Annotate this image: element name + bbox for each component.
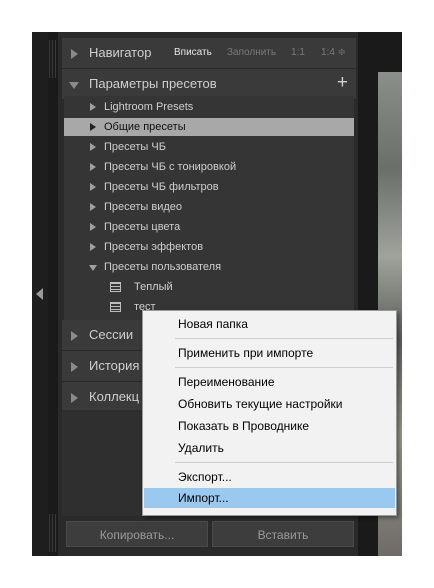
- history-title: История: [89, 358, 140, 373]
- menu-item-apply-on-import[interactable]: Применить при импорте: [144, 343, 395, 363]
- zoom-fit-option[interactable]: Вписать: [174, 47, 212, 58]
- menu-separator: [175, 462, 393, 463]
- preset-folder-label: Пресеты цвета: [104, 221, 181, 233]
- zoom-1-4-option[interactable]: 1:4 ≑: [321, 47, 346, 58]
- collapsed-triangle-icon: [71, 393, 78, 403]
- preset-document-icon: [110, 302, 121, 312]
- preset-folder-label: Пресеты пользователя: [104, 261, 222, 273]
- preset-folder-label: Lightroom Presets: [104, 101, 194, 113]
- collapsed-triangle-icon: [90, 243, 96, 251]
- menu-separator: [175, 338, 393, 339]
- collapsed-triangle-icon: [90, 143, 96, 151]
- menu-item-new-folder[interactable]: Новая папка: [144, 314, 395, 334]
- expanded-triangle-icon: [89, 265, 97, 271]
- preset-folder-label: Пресеты ЧБ: [104, 141, 166, 153]
- copy-button[interactable]: Копировать...: [66, 521, 208, 547]
- preset-folder-label: Пресеты ЧБ с тонировкой: [104, 161, 237, 173]
- add-preset-icon[interactable]: +: [337, 72, 348, 94]
- menu-item-export[interactable]: Экспорт...: [144, 467, 395, 487]
- expanded-triangle-icon: [69, 82, 79, 89]
- preset-folder-user[interactable]: Пресеты пользователя: [64, 258, 354, 276]
- preset-folder-color[interactable]: Пресеты цвета: [64, 218, 354, 236]
- navigator-title: Навигатор: [89, 45, 152, 60]
- preset-folder-lightroom[interactable]: Lightroom Presets: [64, 98, 354, 116]
- preset-item-label: Теплый: [134, 281, 173, 293]
- preset-folder-label: Пресеты видео: [104, 201, 183, 213]
- collapsed-triangle-icon: [90, 123, 96, 131]
- menu-item-label: Переименование: [178, 375, 275, 389]
- collapsed-triangle-icon: [71, 362, 78, 372]
- sessions-title: Сессии: [89, 327, 134, 342]
- preset-folder-bw-filters[interactable]: Пресеты ЧБ фильтров: [64, 178, 354, 196]
- menu-separator: [175, 367, 393, 368]
- panel-grip-bottom: [49, 514, 57, 552]
- preset-folder-bw-toned[interactable]: Пресеты ЧБ с тонировкой: [64, 158, 354, 176]
- menu-item-show-in-explorer[interactable]: Показать в Проводнике: [144, 416, 395, 436]
- collapsed-triangle-icon: [90, 223, 96, 231]
- collapsed-triangle-icon: [71, 49, 78, 59]
- preset-item-warm[interactable]: Теплый: [64, 278, 354, 296]
- preset-folder-label: Пресеты ЧБ фильтров: [104, 181, 219, 193]
- paste-button[interactable]: Вставить: [212, 521, 354, 547]
- preset-folder-label: Общие пресеты: [104, 121, 186, 133]
- preset-folder-general[interactable]: Общие пресеты: [64, 118, 354, 136]
- preset-document-icon: [110, 282, 121, 292]
- panel-grip-top: [49, 40, 57, 78]
- menu-item-label: Экспорт...: [178, 470, 232, 484]
- collapsed-triangle-icon: [71, 331, 78, 341]
- zoom-fill-option[interactable]: Заполнить: [227, 47, 276, 58]
- collections-title: Коллекц: [89, 389, 140, 404]
- navigator-header[interactable]: Навигатор Вписать Заполнить 1:1 1:4 ≑: [62, 38, 356, 68]
- preset-folder-bw[interactable]: Пресеты ЧБ: [64, 138, 354, 156]
- zoom-1-1-option[interactable]: 1:1: [291, 47, 305, 58]
- menu-item-rename[interactable]: Переименование: [144, 372, 395, 392]
- preset-folder-label: Пресеты эффектов: [104, 241, 204, 253]
- menu-item-label: Применить при импорте: [178, 346, 314, 360]
- menu-item-label: Показать в Проводнике: [178, 419, 310, 433]
- collapse-panel-icon[interactable]: [36, 288, 43, 300]
- menu-item-label: Импорт...: [178, 491, 229, 505]
- menu-item-label: Удалить: [178, 441, 224, 455]
- menu-item-label: Новая папка: [178, 317, 248, 331]
- preset-folder-effects[interactable]: Пресеты эффектов: [64, 238, 354, 256]
- collapsed-triangle-icon: [90, 163, 96, 171]
- collapsed-triangle-icon: [90, 103, 96, 111]
- preset-folder-video[interactable]: Пресеты видео: [64, 198, 354, 216]
- context-menu: Новая папка Применить при импорте Переим…: [142, 310, 397, 516]
- collapsed-triangle-icon: [90, 183, 96, 191]
- presets-header[interactable]: Параметры пресетов +: [62, 69, 356, 99]
- collapsed-triangle-icon: [90, 203, 96, 211]
- menu-item-import[interactable]: Импорт...: [144, 488, 395, 508]
- presets-title: Параметры пресетов: [89, 76, 217, 91]
- menu-item-label: Обновить текущие настройки: [178, 397, 343, 411]
- menu-item-delete[interactable]: Удалить: [144, 438, 395, 458]
- menu-item-update-settings[interactable]: Обновить текущие настройки: [144, 394, 395, 414]
